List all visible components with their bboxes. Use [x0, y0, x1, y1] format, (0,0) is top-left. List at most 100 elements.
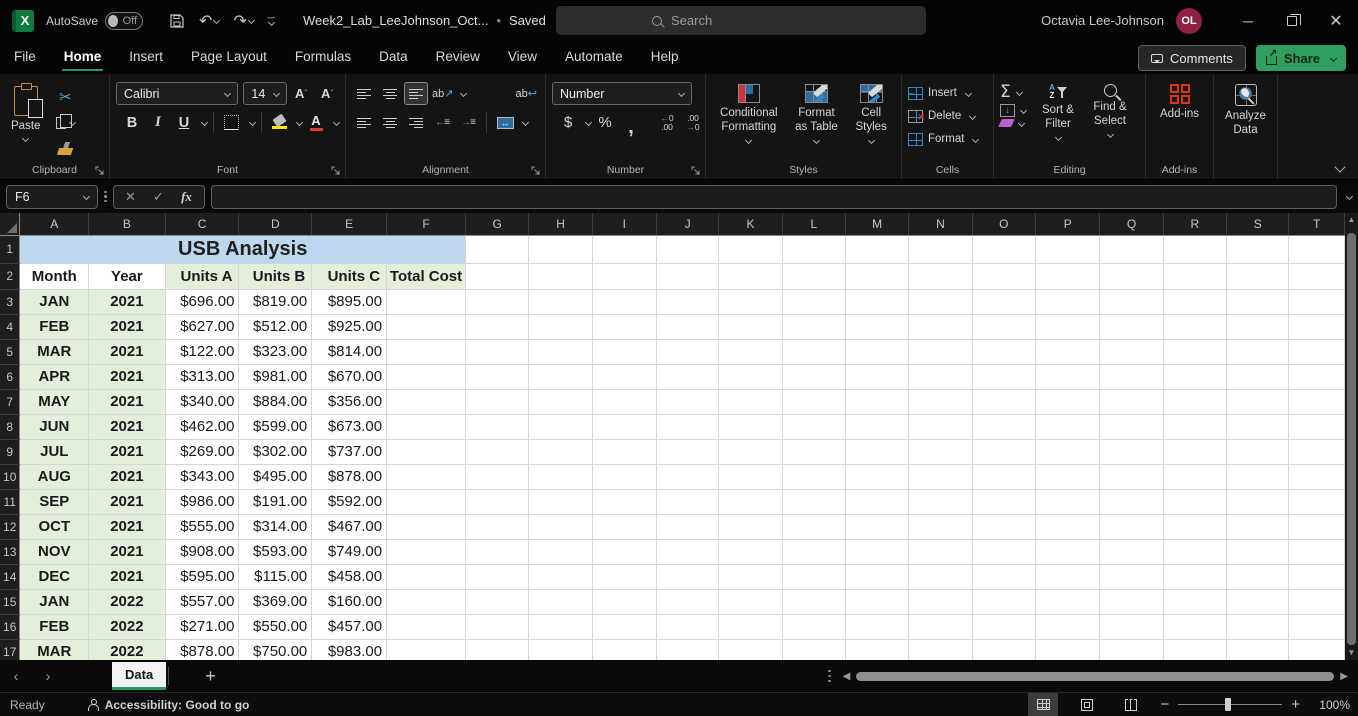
cell-empty[interactable] [718, 363, 783, 390]
row-header-9[interactable]: 9 [0, 439, 21, 465]
merge-center-button[interactable]: ↔ [493, 111, 517, 134]
save-icon[interactable] [169, 13, 185, 29]
cell-empty[interactable] [781, 338, 846, 365]
expand-formula-bar-button[interactable] [1345, 192, 1354, 201]
cell-empty[interactable] [718, 313, 783, 340]
cell-empty[interactable] [386, 563, 466, 590]
cell-units-c[interactable]: $356.00 [311, 388, 388, 415]
tab-help[interactable]: Help [637, 42, 693, 73]
cell-header-units-a[interactable]: Units A [164, 262, 240, 290]
prev-sheet-button[interactable]: ‹ [0, 668, 32, 685]
decrease-font-size-button[interactable]: Aˇ [315, 82, 339, 105]
cell-units-a[interactable]: $313.00 [164, 363, 240, 390]
cell-empty[interactable] [1226, 388, 1290, 415]
cell-units-b[interactable]: $599.00 [238, 413, 313, 440]
row-header-15[interactable]: 15 [0, 589, 21, 615]
tab-view[interactable]: View [494, 42, 551, 73]
comments-button[interactable]: Comments [1138, 45, 1246, 71]
redo-button[interactable]: ↷ [233, 11, 255, 31]
cell-empty[interactable] [464, 288, 530, 315]
tab-formulas[interactable]: Formulas [281, 42, 365, 73]
collapse-ribbon-button[interactable] [1334, 161, 1346, 173]
cell-empty[interactable] [781, 613, 846, 640]
cell-units-c[interactable]: $458.00 [311, 563, 388, 590]
find-select-button[interactable]: Find & Select [1084, 82, 1136, 159]
bold-button[interactable]: B [120, 111, 144, 134]
cell-empty[interactable] [1099, 488, 1164, 515]
cell-empty[interactable] [718, 513, 783, 540]
font-size-select[interactable]: 14 [243, 82, 287, 105]
cell-empty[interactable] [655, 488, 720, 515]
align-right-button[interactable] [404, 111, 428, 134]
increase-indent-button[interactable]: → ≡ [456, 111, 480, 134]
cell-units-b[interactable]: $369.00 [238, 588, 313, 615]
cell-year[interactable]: 2021 [88, 563, 166, 590]
currency-dropdown-icon[interactable] [584, 118, 593, 127]
user-name[interactable]: Octavia Lee-Johnson [1041, 13, 1164, 28]
cell-empty[interactable] [844, 338, 910, 365]
cell-empty[interactable] [528, 463, 593, 490]
cell-empty[interactable] [464, 638, 530, 660]
cell-empty[interactable] [844, 413, 910, 440]
cell-empty[interactable] [908, 338, 973, 365]
page-break-view-button[interactable] [1116, 693, 1146, 716]
cell-empty[interactable] [1288, 513, 1345, 540]
cell-year[interactable]: 2022 [88, 638, 166, 660]
cell-empty[interactable] [908, 563, 973, 590]
cell-units-b[interactable]: $750.00 [238, 638, 313, 660]
tab-home[interactable]: Home [50, 42, 116, 73]
cell-empty[interactable] [1162, 638, 1228, 660]
cell-empty[interactable] [591, 413, 657, 440]
cell-empty[interactable] [1226, 513, 1290, 540]
row-header-12[interactable]: 12 [0, 514, 21, 540]
cell-empty[interactable] [1226, 438, 1290, 465]
column-header-g[interactable]: G [465, 213, 530, 236]
cell-empty[interactable] [1226, 338, 1290, 365]
cell-empty[interactable] [1035, 538, 1101, 565]
alignment-dialog-launcher[interactable] [531, 166, 540, 175]
cell-empty[interactable] [464, 388, 530, 415]
cell-units-c[interactable]: $983.00 [311, 638, 388, 660]
cell-empty[interactable] [971, 438, 1037, 465]
bottom-align-button[interactable] [404, 82, 428, 105]
cell-empty[interactable] [464, 262, 530, 290]
cell-empty[interactable] [1099, 588, 1164, 615]
cell-empty[interactable] [1288, 613, 1345, 640]
cell-empty[interactable] [781, 313, 846, 340]
tab-page-layout[interactable]: Page Layout [177, 42, 281, 73]
column-header-i[interactable]: I [592, 213, 657, 236]
cell-empty[interactable] [971, 638, 1037, 660]
cell-empty[interactable] [1226, 288, 1290, 315]
cell-empty[interactable] [718, 234, 783, 264]
cell-empty[interactable] [1288, 313, 1345, 340]
cell-empty[interactable] [844, 262, 910, 290]
cell-empty[interactable] [1035, 563, 1101, 590]
cell-empty[interactable] [1162, 613, 1228, 640]
cell-empty[interactable] [1288, 388, 1345, 415]
cell-empty[interactable] [781, 638, 846, 660]
cell-empty[interactable] [1035, 438, 1101, 465]
cell-empty[interactable] [591, 262, 657, 290]
cell-empty[interactable] [1226, 413, 1290, 440]
cell-empty[interactable] [971, 338, 1037, 365]
cell-empty[interactable] [1162, 538, 1228, 565]
cell-empty[interactable] [971, 413, 1037, 440]
cell-header-units-c[interactable]: Units C [311, 262, 388, 290]
name-box[interactable]: F6 [6, 184, 98, 209]
cell-empty[interactable] [1035, 463, 1101, 490]
cell-units-c[interactable]: $749.00 [311, 538, 388, 565]
addins-button[interactable]: Add-ins [1155, 82, 1204, 159]
cell-units-b[interactable]: $191.00 [238, 488, 313, 515]
cell-units-a[interactable]: $595.00 [164, 563, 240, 590]
scroll-down-icon[interactable]: ▼ [1345, 646, 1358, 660]
cell-empty[interactable] [908, 388, 973, 415]
cell-empty[interactable] [718, 338, 783, 365]
cell-empty[interactable] [528, 413, 593, 440]
cell-year[interactable]: 2021 [88, 338, 166, 365]
cell-empty[interactable] [971, 463, 1037, 490]
cell-empty[interactable] [971, 363, 1037, 390]
cell-empty[interactable] [464, 313, 530, 340]
decrease-decimal-button[interactable]: .00 →0 [681, 111, 705, 134]
cell-title-usb-analysis[interactable]: USB Analysis [19, 234, 466, 264]
cell-empty[interactable] [464, 563, 530, 590]
